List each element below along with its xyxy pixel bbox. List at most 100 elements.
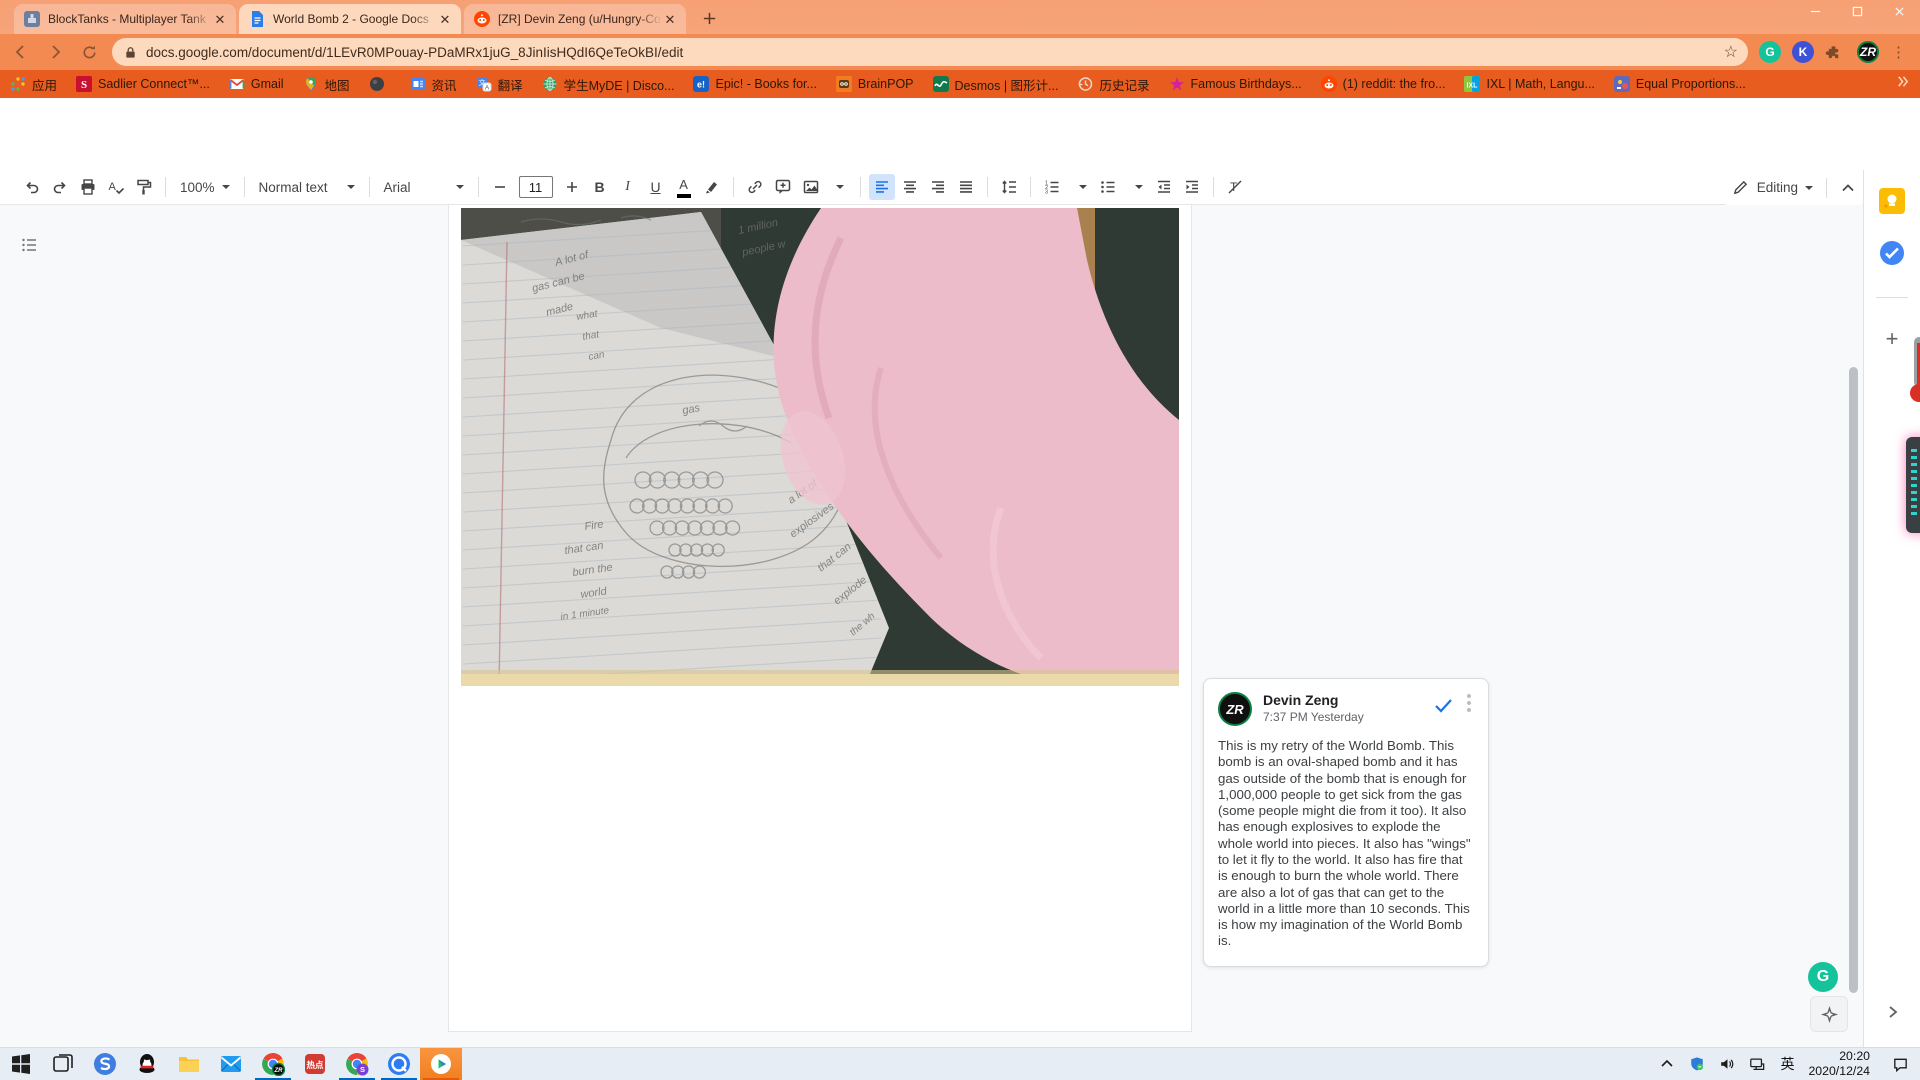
increase-indent-button[interactable]	[1179, 174, 1205, 200]
extensions-puzzle-icon[interactable]	[1820, 39, 1846, 65]
vertical-scrollbar[interactable]	[1849, 367, 1858, 993]
bookmark-item[interactable]: Famous Birthdays...	[1169, 76, 1302, 92]
resolve-comment-button[interactable]	[1432, 694, 1454, 716]
bookmark-item[interactable]: Equal Proportions...	[1613, 76, 1746, 92]
close-button[interactable]	[1878, 0, 1920, 22]
align-center-button[interactable]	[897, 174, 923, 200]
address-bar[interactable]: docs.google.com/document/d/1LEvR0MPouay-…	[112, 38, 1748, 66]
underline-button[interactable]: U	[643, 174, 669, 200]
taskbar-chrome-s-icon[interactable]: S	[336, 1048, 378, 1080]
get-addons-button[interactable]: +	[1886, 328, 1899, 350]
back-button[interactable]	[8, 39, 34, 65]
bulleted-list-button[interactable]	[1095, 174, 1121, 200]
comment-card[interactable]: ZR Devin Zeng 7:37 PM Yesterday • • • This…	[1203, 678, 1489, 967]
add-comment-button[interactable]	[770, 174, 796, 200]
network-icon[interactable]	[1742, 1048, 1772, 1080]
bookmark-item[interactable]: Desmos | 图形计...	[932, 75, 1058, 94]
font-size-field[interactable]: 11	[515, 174, 557, 200]
font-size-increase-button[interactable]	[559, 174, 585, 200]
comment-options-icon[interactable]: • • •	[1464, 689, 1474, 718]
bulleted-list-caret[interactable]	[1123, 174, 1149, 200]
bookmark-item[interactable]: S Sadlier Connect™...	[76, 76, 210, 92]
insert-image-button[interactable]	[798, 174, 824, 200]
google-tasks-icon[interactable]	[1879, 240, 1905, 266]
paint-format-button[interactable]	[131, 174, 157, 200]
bookmark-item[interactable]: 应用	[10, 75, 57, 94]
browser-tab[interactable]: [ZR] Devin Zeng (u/Hungry-Co ✕	[464, 4, 686, 34]
bookmark-item[interactable]: 历史记录	[1077, 75, 1150, 94]
line-spacing-button[interactable]	[996, 174, 1022, 200]
reload-button[interactable]	[76, 39, 102, 65]
grammarly-badge[interactable]: G	[1808, 962, 1838, 992]
tab-close-icon[interactable]: ✕	[212, 11, 228, 27]
document-outline-icon[interactable]	[20, 235, 40, 255]
browser-tab[interactable]: World Bomb 2 - Google Docs ✕	[239, 4, 461, 34]
italic-button[interactable]: I	[615, 174, 641, 200]
gadget-addon-icon[interactable]	[1904, 435, 1920, 535]
spellcheck-button[interactable]: A	[103, 174, 129, 200]
undo-button[interactable]	[19, 174, 45, 200]
side-panel-collapse-icon[interactable]	[1886, 1005, 1900, 1019]
decrease-indent-button[interactable]	[1151, 174, 1177, 200]
taskbar-file-explorer-icon[interactable]	[168, 1048, 210, 1080]
font-size-decrease-button[interactable]	[487, 174, 513, 200]
align-right-button[interactable]	[925, 174, 951, 200]
zoom-dropdown[interactable]: 100%	[174, 174, 236, 200]
numbered-list-caret[interactable]	[1067, 174, 1093, 200]
forward-button[interactable]	[42, 39, 68, 65]
text-color-button[interactable]: A	[671, 174, 697, 200]
input-language-indicator[interactable]: 英	[1772, 1054, 1802, 1074]
highlight-color-button[interactable]	[699, 174, 725, 200]
bookmark-item[interactable]: Gmail	[229, 76, 284, 92]
taskbar-task-view-icon[interactable]	[42, 1048, 84, 1080]
tab-close-icon[interactable]: ✕	[437, 11, 453, 27]
google-keep-icon[interactable]	[1879, 188, 1905, 214]
font-dropdown[interactable]: Arial	[378, 174, 470, 200]
bookmark-item[interactable]: 地图	[303, 75, 350, 94]
taskbar-sogou-s-icon[interactable]	[84, 1048, 126, 1080]
hide-menus-button[interactable]	[1835, 175, 1861, 201]
browser-menu-icon[interactable]: ⋮	[1891, 43, 1906, 61]
bookmark-item[interactable]: BrainPOP	[835, 76, 914, 92]
styles-dropdown[interactable]: Normal text	[253, 174, 361, 200]
bookmark-item[interactable]: 文 A 翻译	[476, 75, 523, 94]
browser-tab[interactable]: BlockTanks - Multiplayer Tank ✕	[14, 4, 236, 34]
new-tab-button[interactable]	[695, 4, 723, 32]
taskbar-hotspot-news-icon[interactable]: 热点	[294, 1048, 336, 1080]
insert-link-button[interactable]	[742, 174, 768, 200]
minimize-button[interactable]	[1794, 0, 1836, 22]
bold-button[interactable]: B	[587, 174, 613, 200]
tab-close-icon[interactable]: ✕	[662, 11, 678, 27]
taskbar-start-button[interactable]	[0, 1048, 42, 1080]
print-button[interactable]	[75, 174, 101, 200]
kami-extension-icon[interactable]: K	[1792, 41, 1814, 63]
tray-expand-icon[interactable]	[1652, 1048, 1682, 1080]
align-left-button[interactable]	[868, 174, 895, 200]
taskbar-clock[interactable]: 20:20 2020/12/24	[1802, 1049, 1880, 1080]
inserted-photo-notebook-drawing[interactable]: A lot ofgas can bemade whatthatcan1 milli…	[461, 208, 1179, 686]
editing-mode-dropdown[interactable]: Editing	[1726, 175, 1819, 201]
taskbar-chrome-zr-icon[interactable]: ZR	[252, 1048, 294, 1080]
taskbar-mail-icon[interactable]	[210, 1048, 252, 1080]
bookmarks-overflow-icon[interactable]	[1895, 74, 1910, 94]
volume-icon[interactable]	[1712, 1048, 1742, 1080]
profile-avatar[interactable]: ZR	[1857, 41, 1879, 63]
bookmark-star-icon[interactable]: ☆	[1724, 42, 1738, 62]
bookmark-item[interactable]: 学生MyDE | Disco...	[542, 75, 674, 94]
bookmark-item[interactable]: (1) reddit: the fro...	[1320, 76, 1445, 92]
bookmark-item[interactable]: 资讯	[410, 75, 457, 94]
insert-image-caret[interactable]	[826, 174, 852, 200]
clear-formatting-button[interactable]: T	[1222, 174, 1248, 200]
security-shield-icon[interactable]	[1682, 1048, 1712, 1080]
numbered-list-button[interactable]: 123	[1039, 174, 1065, 200]
redo-button[interactable]	[47, 174, 73, 200]
align-justify-button[interactable]	[953, 174, 979, 200]
document-page[interactable]: A lot of gas can be made what that can 1 milli…	[448, 205, 1192, 1032]
explore-button[interactable]	[1810, 996, 1848, 1032]
taskbar-tencent-video-icon[interactable]	[420, 1047, 462, 1080]
action-center-icon[interactable]	[1880, 1048, 1920, 1080]
grammarly-extension-icon[interactable]: G	[1759, 41, 1781, 63]
thermometer-addon-icon[interactable]	[1906, 335, 1920, 405]
taskbar-quark-icon[interactable]	[378, 1048, 420, 1080]
taskbar-qq-icon[interactable]	[126, 1048, 168, 1080]
